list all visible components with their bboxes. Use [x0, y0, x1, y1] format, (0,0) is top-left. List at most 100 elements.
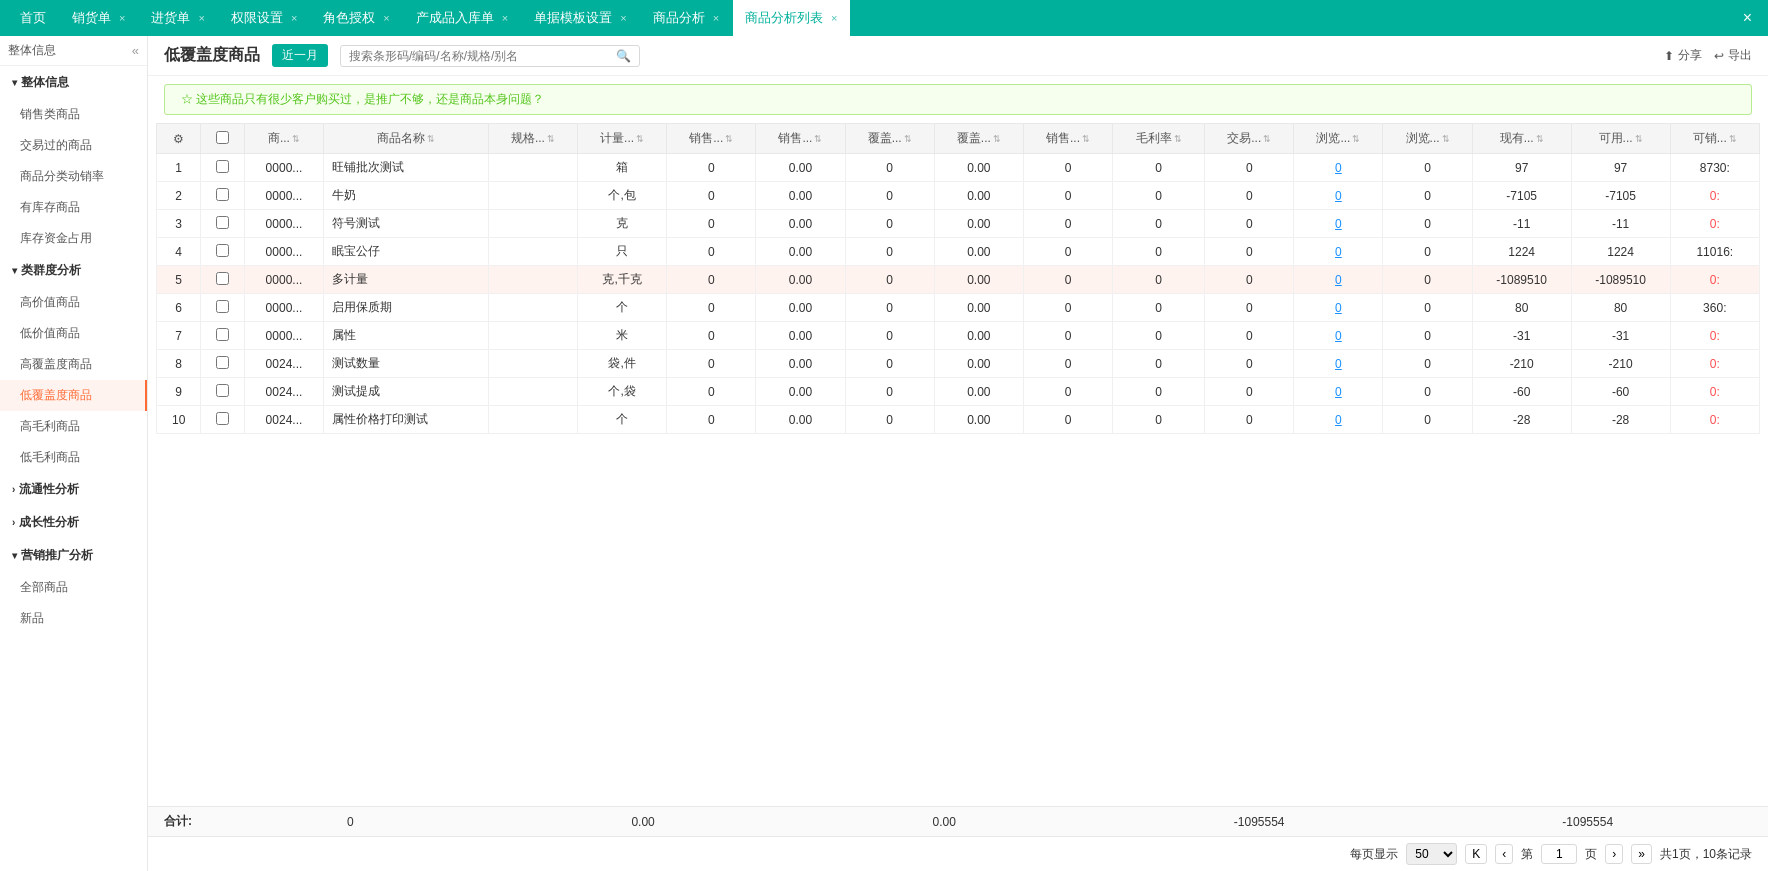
row-checkbox[interactable] [201, 182, 245, 210]
row-checkbox[interactable] [201, 322, 245, 350]
nav-close-permissions[interactable]: × [291, 12, 297, 24]
available-col-header[interactable]: 可用...⇅ [1571, 124, 1670, 154]
nav-close-analysis-list[interactable]: × [831, 12, 837, 24]
export-button[interactable]: ↩ 导出 [1714, 47, 1752, 64]
nav-close-inbound[interactable]: × [502, 12, 508, 24]
row-unit: 只 [578, 238, 667, 266]
last-page-btn[interactable]: » [1631, 844, 1652, 864]
sidebar-item-new-products[interactable]: 新品 [0, 603, 147, 634]
nav-close-analysis[interactable]: × [713, 12, 719, 24]
sidebar-item-stock-capital[interactable]: 库存资金占用 [0, 223, 147, 254]
row-checkbox[interactable] [201, 406, 245, 434]
settings-col-header[interactable]: ⚙ [157, 124, 201, 154]
sidebar-item-high-margin[interactable]: 高毛利商品 [0, 411, 147, 442]
table-row: 9 0024... 测试提成 个,袋 0 0.00 0 0.00 0 0 0 0… [157, 378, 1760, 406]
page-number-input[interactable] [1541, 844, 1577, 864]
nav-product-inbound[interactable]: 产成品入库单 × [404, 0, 520, 36]
sidebar-item-low-margin[interactable]: 低毛利商品 [0, 442, 147, 473]
sales-amt-col-header[interactable]: 销售...⇅ [756, 124, 845, 154]
sidebar-item-high-value[interactable]: 高价值商品 [0, 287, 147, 318]
row-sales-qty: 0 [667, 406, 756, 434]
sidebar-section-cluster-header[interactable]: ▾ 类群度分析 [0, 254, 147, 287]
search-icon[interactable]: 🔍 [616, 49, 631, 63]
row-trade: 0 [1205, 182, 1294, 210]
view2-col-header[interactable]: 浏览...⇅ [1383, 124, 1472, 154]
row-view1[interactable]: 0 [1294, 238, 1383, 266]
row-checkbox[interactable] [201, 378, 245, 406]
sidebar-item-low-value[interactable]: 低价值商品 [0, 318, 147, 349]
row-available: -31 [1571, 322, 1670, 350]
nav-purchase-order[interactable]: 进货单 × [139, 0, 216, 36]
share-button[interactable]: ⬆ 分享 [1664, 47, 1702, 64]
next-page-btn[interactable]: › [1605, 844, 1623, 864]
margin-col-header[interactable]: 毛利率⇅ [1113, 124, 1205, 154]
nav-close-sales[interactable]: × [119, 12, 125, 24]
date-filter-button[interactable]: 近一月 [272, 44, 328, 67]
prev-page-btn[interactable]: ‹ [1495, 844, 1513, 864]
row-index: 10 [157, 406, 201, 434]
sidebar-section-circulation-header[interactable]: › 流通性分析 [0, 473, 147, 506]
unit-col-header[interactable]: 计量...⇅ [578, 124, 667, 154]
settings-icon[interactable]: ⚙ [173, 132, 184, 146]
sidebar-item-in-stock[interactable]: 有库存商品 [0, 192, 147, 223]
row-trade: 0 [1205, 266, 1294, 294]
nav-role-auth[interactable]: 角色授权 × [311, 0, 401, 36]
row-view1[interactable]: 0 [1294, 294, 1383, 322]
row-view1[interactable]: 0 [1294, 406, 1383, 434]
row-checkbox[interactable] [201, 350, 245, 378]
sales-qty-col-header[interactable]: 销售...⇅ [667, 124, 756, 154]
sidebar-item-low-coverage[interactable]: 低覆盖度商品 [0, 380, 147, 411]
nav-product-analysis[interactable]: 商品分析 × [641, 0, 731, 36]
sidebar-item-category-rate[interactable]: 商品分类动销率 [0, 161, 147, 192]
row-checkbox[interactable] [201, 294, 245, 322]
nav-sales-order[interactable]: 销货单 × [60, 0, 137, 36]
sidebar-section-growth-header[interactable]: › 成长性分析 [0, 506, 147, 539]
row-view1[interactable]: 0 [1294, 154, 1383, 182]
name-col-header[interactable]: 商品名称⇅ [323, 124, 488, 154]
sidebar-item-high-coverage[interactable]: 高覆盖度商品 [0, 349, 147, 380]
sellable-col-header[interactable]: 可销...⇅ [1670, 124, 1759, 154]
table-row: 5 0000... 多计量 克,千克 0 0.00 0 0.00 0 0 0 0… [157, 266, 1760, 294]
row-sales-days: 0 [1023, 406, 1112, 434]
row-view1[interactable]: 0 [1294, 182, 1383, 210]
row-checkbox[interactable] [201, 266, 245, 294]
trade-col-header[interactable]: 交易...⇅ [1205, 124, 1294, 154]
nav-product-analysis-list[interactable]: 商品分析列表 × [733, 0, 849, 36]
sidebar-item-traded-products[interactable]: 交易过的商品 [0, 130, 147, 161]
search-input[interactable] [349, 49, 616, 63]
nav-home[interactable]: 首页 [8, 0, 58, 36]
row-checkbox[interactable] [201, 154, 245, 182]
row-checkbox[interactable] [201, 238, 245, 266]
row-view1[interactable]: 0 [1294, 322, 1383, 350]
sidebar-item-all-products[interactable]: 全部商品 [0, 572, 147, 603]
row-view1[interactable]: 0 [1294, 350, 1383, 378]
sidebar-collapse-btn[interactable]: « [132, 43, 139, 58]
row-available: -210 [1571, 350, 1670, 378]
nav-permissions[interactable]: 权限设置 × [219, 0, 309, 36]
nav-close-purchase[interactable]: × [198, 12, 204, 24]
row-view1[interactable]: 0 [1294, 210, 1383, 238]
per-page-select[interactable]: 50 20 100 [1406, 843, 1457, 865]
nav-close-template[interactable]: × [620, 12, 626, 24]
window-close-btn[interactable]: × [1735, 9, 1760, 27]
sidebar-section-marketing-header[interactable]: ▾ 营销推广分析 [0, 539, 147, 572]
sidebar-section-overall-header[interactable]: ▾ 整体信息 [0, 66, 147, 99]
sales-days-col-header[interactable]: 销售...⇅ [1023, 124, 1112, 154]
first-page-btn[interactable]: K [1465, 844, 1487, 864]
nav-close-role[interactable]: × [383, 12, 389, 24]
sidebar-item-sales-products[interactable]: 销售类商品 [0, 99, 147, 130]
select-all-checkbox[interactable] [216, 131, 229, 144]
code-col-header[interactable]: 商...⇅ [245, 124, 323, 154]
nav-template-settings[interactable]: 单据模板设置 × [522, 0, 638, 36]
row-view1[interactable]: 0 [1294, 266, 1383, 294]
view1-col-header[interactable]: 浏览...⇅ [1294, 124, 1383, 154]
row-unit: 个 [578, 406, 667, 434]
row-sales-days: 0 [1023, 154, 1112, 182]
row-checkbox[interactable] [201, 210, 245, 238]
spec-col-header[interactable]: 规格...⇅ [488, 124, 577, 154]
cov2-col-header[interactable]: 覆盖...⇅ [934, 124, 1023, 154]
current-col-header[interactable]: 现有...⇅ [1472, 124, 1571, 154]
cov1-col-header[interactable]: 覆盖...⇅ [845, 124, 934, 154]
checkbox-col-header[interactable] [201, 124, 245, 154]
row-view1[interactable]: 0 [1294, 378, 1383, 406]
